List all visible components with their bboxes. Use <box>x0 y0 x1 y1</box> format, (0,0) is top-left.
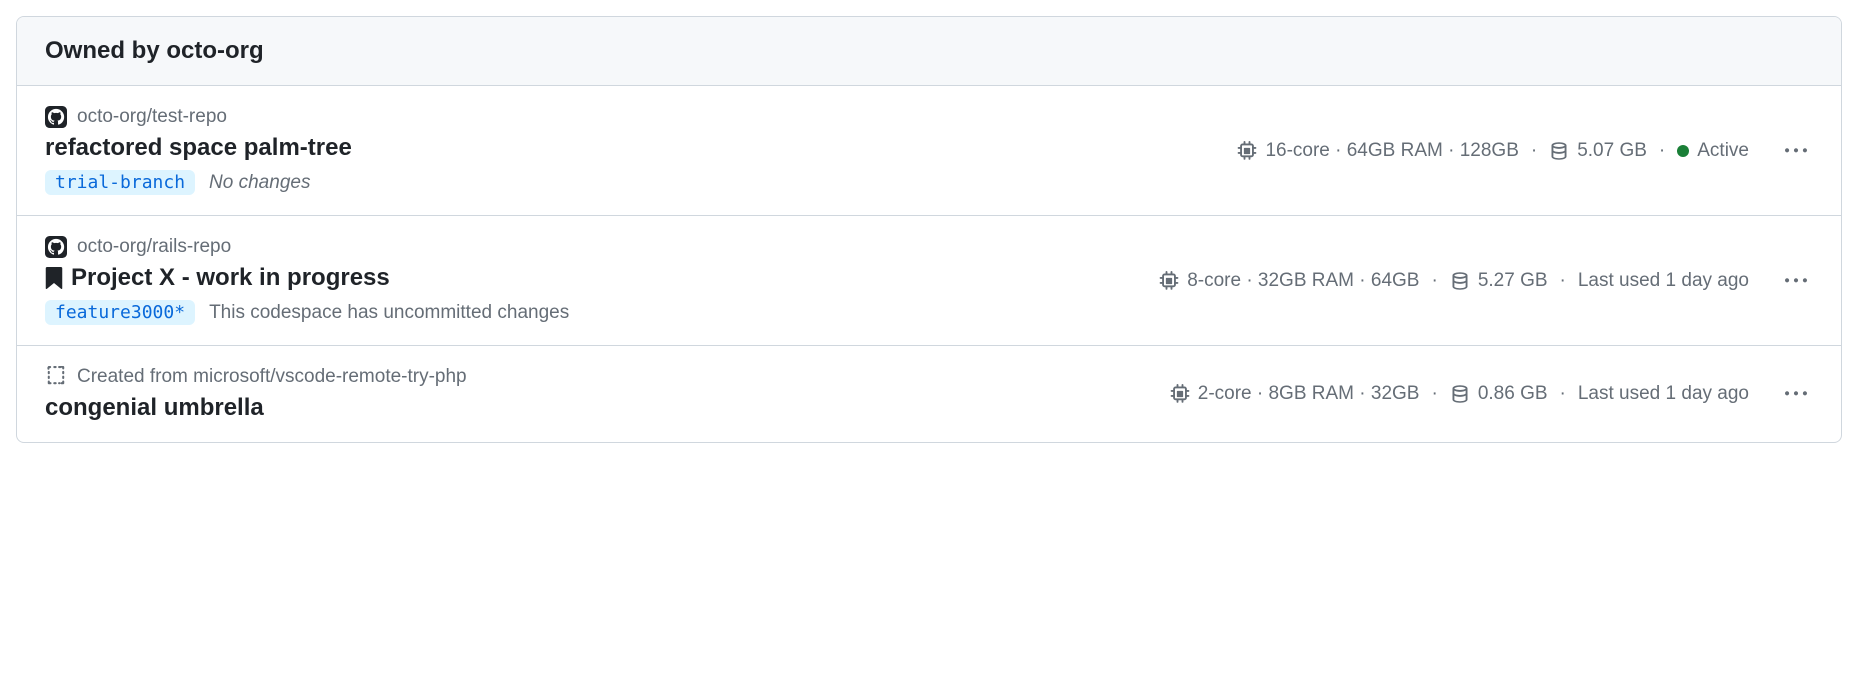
branch-line: feature3000* This codespace has uncommit… <box>45 300 569 325</box>
database-icon <box>1549 141 1569 161</box>
codespace-name-line: congenial umbrella <box>45 394 467 422</box>
bookmark-icon <box>45 267 63 289</box>
codespace-name[interactable]: congenial umbrella <box>45 394 264 422</box>
codespace-meta: 2-core · 8GB RAM · 32GB · 0.86 GB · Last… <box>1170 375 1813 413</box>
codespace-name[interactable]: Project X - work in progress <box>71 264 390 292</box>
repo-name[interactable]: octo-org/test-repo <box>77 106 227 128</box>
status: Active <box>1677 140 1749 162</box>
branch-status: No changes <box>209 172 310 194</box>
codespace-name-line: Project X - work in progress <box>45 264 569 292</box>
separator-dot: · <box>1659 140 1665 162</box>
storage-used: 5.27 GB <box>1450 270 1548 292</box>
repo-line: Created from microsoft/vscode-remote-try… <box>45 366 467 388</box>
repo-name[interactable]: octo-org/rails-repo <box>77 236 231 258</box>
branch-chip[interactable]: trial-branch <box>45 170 195 195</box>
storage-used: 0.86 GB <box>1450 383 1548 405</box>
panel-title: Owned by octo-org <box>45 37 1813 65</box>
kebab-icon <box>1785 140 1807 162</box>
kebab-icon <box>1785 270 1807 292</box>
cpu-icon <box>1170 384 1190 404</box>
codespace-item: octo-org/test-repo refactored space palm… <box>17 86 1841 216</box>
status: Last used 1 day ago <box>1578 270 1749 292</box>
status-label: Last used 1 day ago <box>1578 270 1749 292</box>
cpu-icon <box>1159 271 1179 291</box>
branch-line: trial-branch No changes <box>45 170 352 195</box>
storage-used: 5.07 GB <box>1549 140 1647 162</box>
codespace-meta: 16-core · 64GB RAM · 128GB · 5.07 GB · A… <box>1237 132 1813 170</box>
separator-dot: · <box>1431 270 1437 292</box>
machine-spec: 16-core · 64GB RAM · 128GB <box>1237 140 1518 162</box>
github-mark-icon <box>45 106 67 128</box>
separator-dot: · <box>1560 383 1566 405</box>
repo-line: octo-org/rails-repo <box>45 236 569 258</box>
kebab-menu-button[interactable] <box>1779 262 1813 300</box>
template-repo-icon <box>45 366 67 388</box>
codespace-name-line: refactored space palm-tree <box>45 134 352 162</box>
repo-line: octo-org/test-repo <box>45 106 352 128</box>
codespace-item: Created from microsoft/vscode-remote-try… <box>17 346 1841 442</box>
branch-status: This codespace has uncommitted changes <box>209 302 569 324</box>
status: Last used 1 day ago <box>1578 383 1749 405</box>
codespace-info: Created from microsoft/vscode-remote-try… <box>45 366 467 422</box>
codespace-name[interactable]: refactored space palm-tree <box>45 134 352 162</box>
codespace-item: octo-org/rails-repo Project X - work in … <box>17 216 1841 346</box>
codespace-info: octo-org/rails-repo Project X - work in … <box>45 236 569 325</box>
codespace-info: octo-org/test-repo refactored space palm… <box>45 106 352 195</box>
separator-dot: · <box>1560 270 1566 292</box>
github-mark-icon <box>45 236 67 258</box>
codespaces-panel: Owned by octo-org octo-org/test-repo ref… <box>16 16 1842 443</box>
status-label: Last used 1 day ago <box>1578 383 1749 405</box>
status-label: Active <box>1697 140 1749 162</box>
branch-chip[interactable]: feature3000* <box>45 300 195 325</box>
cpu-icon <box>1237 141 1257 161</box>
kebab-menu-button[interactable] <box>1779 375 1813 413</box>
status-active-dot-icon <box>1677 145 1689 157</box>
repo-name[interactable]: Created from microsoft/vscode-remote-try… <box>77 366 467 388</box>
kebab-menu-button[interactable] <box>1779 132 1813 170</box>
separator-dot: · <box>1531 140 1537 162</box>
modified-asterisk: * <box>174 302 185 323</box>
machine-spec: 2-core · 8GB RAM · 32GB <box>1170 383 1420 405</box>
database-icon <box>1450 271 1470 291</box>
separator-dot: · <box>1431 383 1437 405</box>
database-icon <box>1450 384 1470 404</box>
panel-header: Owned by octo-org <box>17 17 1841 86</box>
machine-spec: 8-core · 32GB RAM · 64GB <box>1159 270 1419 292</box>
kebab-icon <box>1785 383 1807 405</box>
codespace-meta: 8-core · 32GB RAM · 64GB · 5.27 GB · Las… <box>1159 262 1813 300</box>
